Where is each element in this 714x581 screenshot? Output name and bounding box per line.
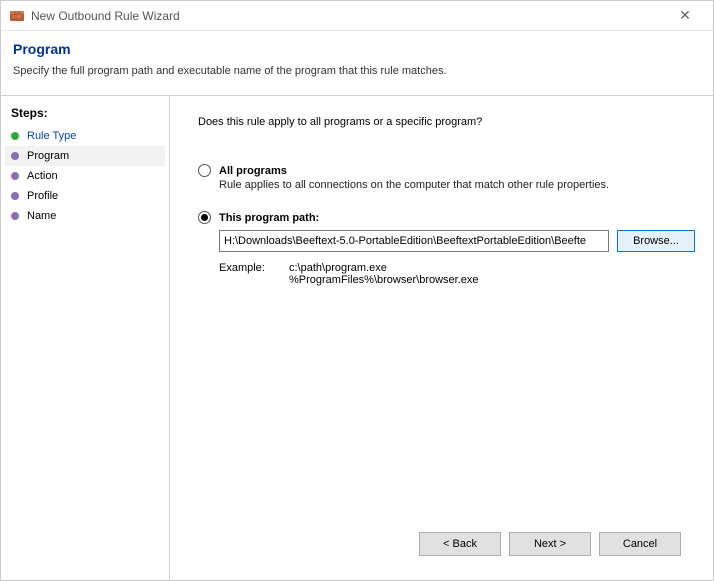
option-all-desc: Rule applies to all connections on the c… [219,179,695,191]
radio-all-programs[interactable] [198,164,211,177]
option-path-label: This program path: [219,212,319,224]
option-program-path: This program path: Browse... Example: c:… [198,211,695,286]
step-profile[interactable]: Profile [5,186,165,206]
bullet-icon [11,152,19,160]
content-panel: Does this rule apply to all programs or … [170,96,713,580]
bullet-icon [11,172,19,180]
option-all-programs: All programs Rule applies to all connect… [198,164,695,191]
page-title: Program [13,41,701,57]
bullet-icon [11,212,19,220]
example-text: c:\path\program.exe %ProgramFiles%\brows… [289,262,479,286]
next-button[interactable]: Next > [509,532,591,556]
option-all-head: All programs [198,164,695,177]
step-name[interactable]: Name [5,206,165,226]
page-subtitle: Specify the full program path and execut… [13,65,701,77]
back-button[interactable]: < Back [419,532,501,556]
example-label: Example: [219,262,289,286]
wizard-window: New Outbound Rule Wizard ✕ Program Speci… [0,0,714,581]
window-title: New Outbound Rule Wizard [31,9,665,23]
firewall-icon [9,8,25,24]
step-action[interactable]: Action [5,166,165,186]
option-path-head: This program path: [198,211,695,224]
step-label: Rule Type [27,130,76,142]
step-label: Name [27,210,56,222]
bullet-icon [11,132,19,140]
browse-button[interactable]: Browse... [617,230,695,252]
footer: < Back Next > Cancel [198,522,695,570]
spacer [198,306,695,522]
body: Steps: Rule Type Program Action Profile … [1,96,713,580]
step-label: Action [27,170,58,182]
titlebar: New Outbound Rule Wizard ✕ [1,1,713,31]
steps-panel: Steps: Rule Type Program Action Profile … [1,96,169,580]
cancel-button[interactable]: Cancel [599,532,681,556]
close-icon[interactable]: ✕ [665,7,705,24]
step-label: Program [27,150,69,162]
header: Program Specify the full program path an… [1,31,713,95]
program-path-input[interactable] [219,230,609,252]
path-row: Browse... [219,230,695,252]
prompt-text: Does this rule apply to all programs or … [198,116,695,128]
step-label: Profile [27,190,58,202]
radio-program-path[interactable] [198,211,211,224]
bullet-icon [11,192,19,200]
example-row: Example: c:\path\program.exe %ProgramFil… [219,262,695,286]
step-rule-type[interactable]: Rule Type [5,126,165,146]
step-program[interactable]: Program [5,146,165,166]
option-all-label: All programs [219,165,287,177]
steps-title: Steps: [5,104,165,126]
